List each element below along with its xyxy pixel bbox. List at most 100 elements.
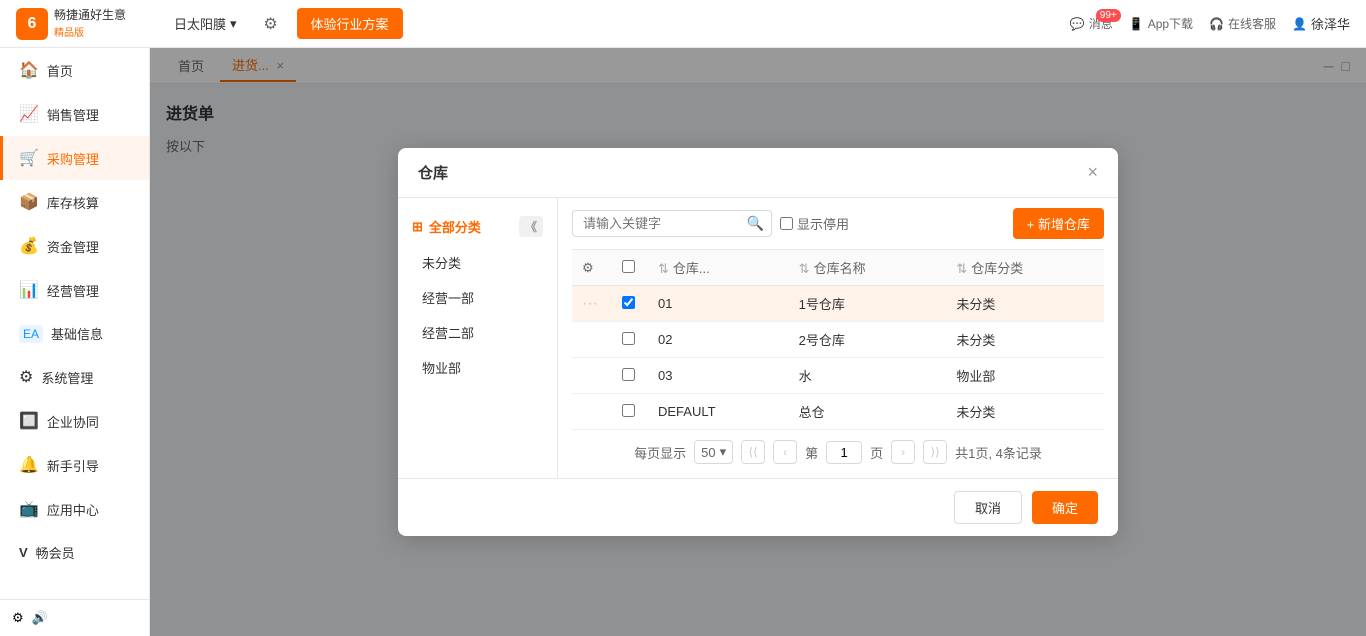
sidebar-item-app-center[interactable]: 📺 应用中心 (0, 487, 149, 531)
sidebar-label-member: 畅会员 (36, 543, 75, 562)
speaker-icon[interactable]: 🔊 (32, 610, 48, 626)
table-row[interactable]: ··· 01 1号仓库 未分类 (572, 286, 1104, 322)
store-selector[interactable]: 日太阳膜 ▾ (166, 10, 245, 37)
sidebar-label-basic-info: 基础信息 (51, 324, 103, 343)
row-name: 水 (789, 358, 947, 394)
sidebar-item-guide[interactable]: 🔔 新手引导 (0, 443, 149, 487)
page-prev-button[interactable]: ‹ (773, 440, 797, 464)
row-select-checkbox[interactable] (622, 296, 635, 309)
trial-button[interactable]: 体验行业方案 (297, 8, 403, 39)
sidebar-item-enterprise[interactable]: 🔲 企业协同 (0, 399, 149, 443)
add-warehouse-button[interactable]: + 新增仓库 (1013, 208, 1104, 239)
select-all-checkbox[interactable] (622, 260, 635, 273)
sidebar-item-inventory[interactable]: 📦 库存核算 (0, 180, 149, 224)
row-select-checkbox[interactable] (622, 368, 635, 381)
row-actions (572, 358, 612, 394)
category-item-property[interactable]: 物业部 (398, 350, 557, 385)
store-name: 日太阳膜 (174, 14, 226, 33)
more-actions-icon[interactable]: ··· (582, 295, 598, 312)
logo-icon: 6 (16, 8, 48, 40)
table-panel: 🔍 显示停用 + 新增仓库 ⚙ (558, 198, 1118, 478)
sidebar: 🏠 首页 📈 销售管理 🛒 采购管理 📦 库存核算 💰 资金管理 📊 经营管理 … (0, 48, 150, 636)
page-first-button[interactable]: ⟨⟨ (741, 440, 765, 464)
sidebar-item-finance[interactable]: 💰 资金管理 (0, 224, 149, 268)
sidebar-item-member[interactable]: V 畅会员 (0, 531, 149, 574)
sidebar-item-system[interactable]: ⚙ 系统管理 (0, 355, 149, 399)
category-item-ops1[interactable]: 经营一部 (398, 280, 557, 315)
all-category-item[interactable]: ⊞ 全部分类 《 (398, 208, 557, 245)
sort-icon-2: ⇅ (799, 261, 810, 276)
settings-bottom-icon[interactable]: ⚙ (12, 610, 24, 626)
page-next-button[interactable]: › (891, 440, 915, 464)
sidebar-item-operations[interactable]: 📊 经营管理 (0, 268, 149, 312)
category-panel: ⊞ 全部分类 《 未分类 经营一部 经营二部 物业部 (398, 198, 558, 478)
sidebar-item-basic-info[interactable]: EA 基础信息 (0, 312, 149, 355)
category-item-ops2[interactable]: 经营二部 (398, 315, 557, 350)
sort-icon-3: ⇅ (956, 261, 967, 276)
confirm-button[interactable]: 确定 (1032, 491, 1098, 524)
row-checkbox (612, 394, 648, 430)
settings-icon[interactable]: ⚙ (257, 10, 285, 38)
row-checkbox (612, 286, 648, 322)
headset-icon: 🎧 (1209, 17, 1224, 31)
table-row[interactable]: 02 2号仓库 未分类 (572, 322, 1104, 358)
app-download-item[interactable]: 📱 App下载 (1129, 15, 1193, 32)
table-header-row: ⚙ ⇅仓库... ⇅仓库名称 (572, 250, 1104, 286)
sidebar-label-purchase: 采购管理 (47, 149, 99, 168)
search-icon[interactable]: 🔍 (747, 215, 764, 232)
enterprise-icon: 🔲 (19, 411, 39, 431)
chevron-down-icon: ▾ (230, 16, 237, 32)
all-category-label: 全部分类 (429, 217, 481, 236)
row-category: 未分类 (946, 394, 1104, 430)
guide-icon: 🔔 (19, 455, 39, 475)
row-category: 物业部 (946, 358, 1104, 394)
page-number-input[interactable] (826, 441, 862, 464)
row-num: 03 (648, 358, 789, 394)
per-page-label: 每页显示 (634, 443, 686, 462)
th-gear[interactable]: ⚙ (572, 250, 612, 286)
row-num: 01 (648, 286, 789, 322)
show-disabled-wrap: 显示停用 (780, 214, 849, 233)
row-select-checkbox[interactable] (622, 332, 635, 345)
th-name[interactable]: ⇅仓库名称 (789, 250, 947, 286)
search-input[interactable] (572, 210, 772, 237)
row-select-checkbox[interactable] (622, 404, 635, 417)
brand-name: 畅捷通好生意 (54, 8, 126, 24)
table-row[interactable]: DEFAULT 总仓 未分类 (572, 394, 1104, 430)
home-icon: 🏠 (19, 60, 39, 80)
row-checkbox (612, 358, 648, 394)
sidebar-label-inventory: 库存核算 (47, 193, 99, 212)
show-disabled-checkbox[interactable] (780, 217, 793, 230)
sidebar-bottom: ⚙ 🔊 (0, 599, 149, 636)
inventory-icon: 📦 (19, 192, 39, 212)
th-code[interactable]: ⇅仓库... (648, 250, 789, 286)
system-icon: ⚙ (19, 367, 33, 387)
messages-item[interactable]: 💬 消息 99+ (1070, 15, 1113, 32)
modal-footer: 取消 确定 (398, 478, 1118, 536)
collapse-panel-button[interactable]: 《 (519, 216, 543, 237)
brand-sub: 精品版 (54, 24, 126, 39)
top-header: 6 畅捷通好生意 精品版 日太阳膜 ▾ ⚙ 体验行业方案 💬 消息 99+ 📱 … (0, 0, 1366, 48)
table-row[interactable]: 03 水 物业部 (572, 358, 1104, 394)
messages-badge: 99+ (1096, 9, 1121, 22)
total-info: 共1页, 4条记录 (955, 443, 1042, 462)
online-service-item[interactable]: 🎧 在线客服 (1209, 15, 1276, 32)
sidebar-item-sales[interactable]: 📈 销售管理 (0, 92, 149, 136)
cancel-button[interactable]: 取消 (954, 491, 1022, 524)
sidebar-label-sales: 销售管理 (47, 105, 99, 124)
member-icon: V (19, 545, 28, 560)
row-name: 总仓 (789, 394, 947, 430)
th-category[interactable]: ⇅仓库分类 (946, 250, 1104, 286)
per-page-select[interactable]: 50 ▾ (694, 440, 733, 464)
per-page-chevron: ▾ (720, 444, 727, 460)
main-content: 首页 进货... × ─ □ 进货单 按以下 仓库 × (150, 48, 1366, 636)
category-item-unclassified[interactable]: 未分类 (398, 245, 557, 280)
page-last-button[interactable]: ⟩⟩ (923, 440, 947, 464)
online-service-label: 在线客服 (1228, 15, 1276, 32)
sidebar-label-system: 系统管理 (41, 368, 93, 387)
user-item[interactable]: 👤 徐泽华 (1292, 14, 1350, 33)
sidebar-item-purchase[interactable]: 🛒 采购管理 (0, 136, 149, 180)
sidebar-item-home[interactable]: 🏠 首页 (0, 48, 149, 92)
modal-close-icon[interactable]: × (1087, 162, 1098, 183)
purchase-icon: 🛒 (19, 148, 39, 168)
